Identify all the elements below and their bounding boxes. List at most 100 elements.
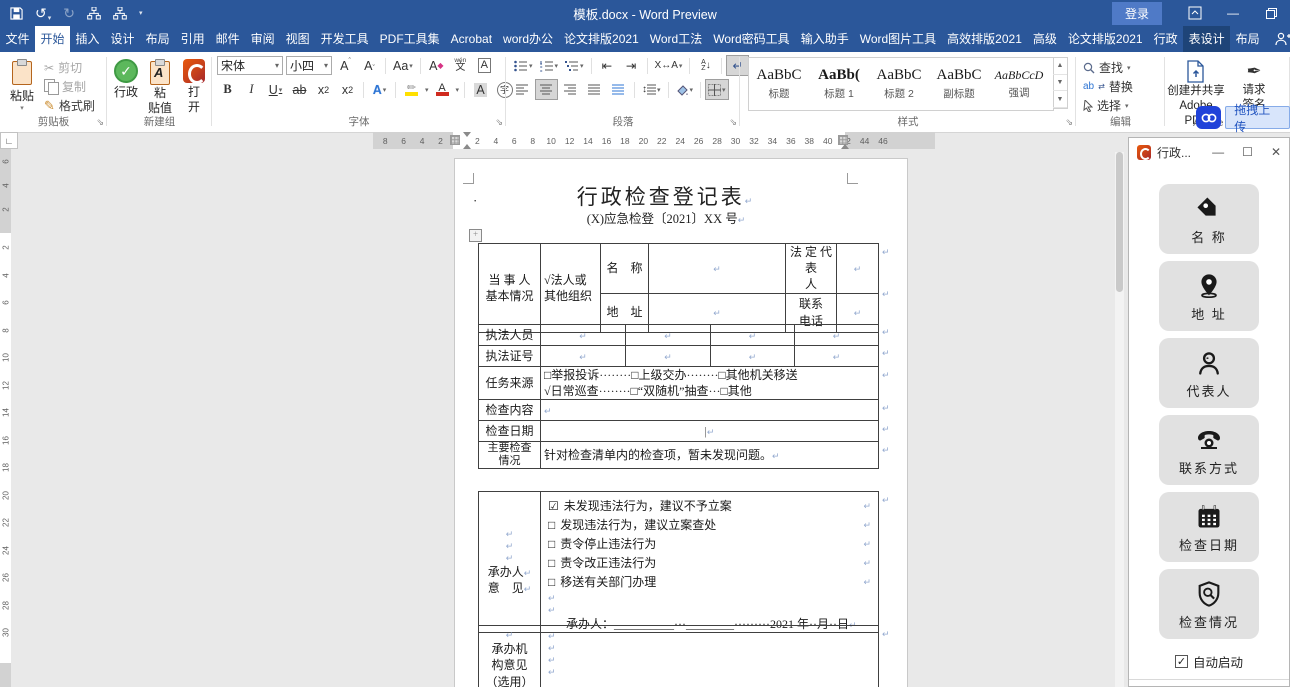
redo-button[interactable]: ↻ — [63, 5, 75, 22]
numbering-button[interactable]: ▾ — [538, 56, 561, 75]
cell-party-label[interactable]: 当 事 人 基本情况 — [479, 244, 541, 333]
font-color-caret-icon[interactable]: ▾ — [456, 86, 460, 94]
font-color-button[interactable]: A — [432, 80, 453, 99]
xingzheng-button[interactable]: ✓行政 — [109, 54, 143, 116]
asian-layout-button[interactable]: X↔A▾ — [653, 56, 685, 75]
shrink-font-button[interactable]: Aˇ — [359, 56, 380, 75]
table-party-info[interactable]: 当 事 人 基本情况 √法人或 其他组织 名 称 ↵ 法 定 代 表 人 ↵ 地… — [478, 243, 879, 333]
superscript-button[interactable]: x2 — [337, 80, 358, 99]
tab-12-word办公[interactable]: word办公 — [498, 26, 559, 52]
document-area[interactable]: · 行政检查登记表↵ (X)应急检登〔2021〕XX 号↵ + 当 事 人 基本… — [11, 149, 1290, 687]
styles-dialog-launcher-icon[interactable]: ⇘ — [1065, 117, 1073, 128]
minimize-button[interactable]: — — [1214, 0, 1252, 26]
cell-agency-label[interactable]: ↵ 承办机 构意见 （选用）↵ — [479, 626, 541, 687]
cell-name-label[interactable]: 名 称 — [601, 244, 649, 294]
cell-content-label[interactable]: 检查内容 — [479, 400, 541, 421]
character-border-button[interactable]: A — [474, 56, 495, 75]
increase-indent-button[interactable]: ⇥ — [621, 56, 642, 75]
page[interactable]: · 行政检查登记表↵ (X)应急检登〔2021〕XX 号↵ + 当 事 人 基本… — [454, 158, 908, 687]
cell-legal-rep-value[interactable]: ↵ — [837, 244, 879, 294]
tab-8-视图[interactable]: 视图 — [280, 26, 315, 52]
clear-formatting-button[interactable]: A◆ — [426, 56, 447, 75]
tab-13-论文排版2021[interactable]: 论文排版2021 — [559, 26, 645, 52]
bullets-button[interactable]: ▾ — [512, 56, 535, 75]
cell-cert-label[interactable]: 执法证号 — [479, 346, 541, 367]
open-button[interactable]: 打 开 — [177, 54, 211, 116]
tab-18-高效排版2021[interactable]: 高效排版2021 — [942, 26, 1028, 52]
first-line-indent-marker[interactable] — [463, 132, 471, 137]
horizontal-ruler[interactable]: 8642246810121416182022242628303234363840… — [373, 132, 935, 149]
tab-1-开始[interactable]: 开始 — [35, 26, 70, 52]
tab-2-插入[interactable]: 插入 — [70, 26, 105, 52]
save-icon[interactable] — [10, 7, 23, 20]
phonetic-guide-button[interactable]: wén文 — [450, 56, 471, 75]
highlight-button[interactable]: ✏ — [401, 80, 422, 99]
checkbox-icon[interactable]: □ — [548, 574, 555, 590]
grow-font-button[interactable]: Aˆ — [335, 56, 356, 75]
scrollbar-thumb[interactable] — [1116, 152, 1123, 292]
tab-6-邮件[interactable]: 邮件 — [210, 26, 245, 52]
share-contact-icon[interactable] — [1265, 26, 1290, 52]
panel-title-bar[interactable]: 行政... — ☐ ✕ — [1129, 138, 1289, 166]
font-name-combo[interactable]: 宋体▾ — [217, 56, 283, 75]
undo-button[interactable]: ↺▾ — [35, 5, 51, 22]
panel-minimize-button[interactable]: — — [1212, 145, 1224, 159]
underline-button[interactable]: U▾ — [265, 80, 286, 99]
tab-23-布局[interactable]: 布局 — [1230, 26, 1265, 52]
checkbox-option-0[interactable]: ☑未发现违法行为，建议不予立案↵ — [544, 497, 875, 516]
cell-content-value[interactable]: ↵ — [541, 400, 879, 421]
borders-button[interactable]: ▾ — [706, 80, 728, 99]
gallery-more-icon[interactable]: ▼ — [1053, 91, 1067, 108]
tab-14-Word工法[interactable]: Word工法 — [644, 26, 707, 52]
tab-0-文件[interactable]: 文件 — [0, 26, 35, 52]
cell-cert-1[interactable]: ↵ — [541, 346, 626, 367]
checkbox-icon[interactable]: □ — [548, 517, 555, 533]
cell-name-value[interactable]: ↵ — [649, 244, 786, 294]
highlight-caret-icon[interactable]: ▾ — [425, 86, 429, 94]
style-item-副标题[interactable]: AaBbC副标题 — [929, 58, 989, 110]
cell-main-value[interactable]: 针对检查清单内的检查项，暂未发现问题。↵ — [541, 442, 879, 468]
align-left-button[interactable] — [512, 80, 533, 99]
replace-button[interactable]: ab⇄替换 — [1083, 77, 1133, 96]
clipboard-dialog-launcher-icon[interactable]: ⇘ — [96, 117, 104, 128]
sort-button[interactable]: AZ↓ — [695, 56, 716, 75]
cell-officer-label[interactable]: 执法人员 — [479, 325, 541, 346]
tab-9-开发工具[interactable]: 开发工具 — [315, 26, 374, 52]
panel-button-tag[interactable]: 名 称 — [1159, 184, 1259, 254]
font-dialog-launcher-icon[interactable]: ⇘ — [495, 117, 503, 128]
copy-button[interactable]: 复制 — [44, 77, 95, 96]
bold-button[interactable]: B — [217, 80, 238, 99]
cell-handler-options[interactable]: ☑未发现违法行为，建议不予立案↵□发现违法行为，建议立案查处↵□责令停止违法行为… — [541, 492, 879, 633]
find-button[interactable]: 查找▾ — [1083, 58, 1133, 77]
cell-date-value[interactable]: |↵ — [541, 421, 879, 442]
multilevel-list-button[interactable]: ▾ — [563, 56, 586, 75]
character-shading-button[interactable]: A — [470, 80, 491, 99]
style-item-标题 1[interactable]: AaBb(标题 1 — [809, 58, 869, 110]
cell-officer-2[interactable]: ↵ — [626, 325, 711, 346]
table-handler-opinion[interactable]: ↵↵↵ 承办人↵ 意 见↵ ☑未发现违法行为，建议不予立案↵□发现违法行为，建议… — [478, 491, 879, 633]
tab-10-PDF工具集[interactable]: PDF工具集 — [374, 26, 445, 52]
tab-21-行政[interactable]: 行政 — [1148, 26, 1183, 52]
style-item-强调[interactable]: AaBbCcD强调 — [989, 58, 1049, 110]
tab-11-Acrobat[interactable]: Acrobat — [445, 26, 497, 52]
vertical-scrollbar[interactable] — [1115, 152, 1124, 687]
sign-in-button[interactable]: 登录 — [1112, 2, 1162, 25]
cell-org-type[interactable]: √法人或 其他组织 — [541, 244, 601, 333]
checkbox-option-3[interactable]: □责令改正违法行为↵ — [544, 554, 875, 573]
cut-button[interactable]: ✂剪切 — [44, 58, 95, 77]
strikethrough-button[interactable]: ab — [289, 80, 310, 99]
style-item-标题[interactable]: AaBbC标题 — [749, 58, 809, 110]
select-button[interactable]: 选择▾ — [1083, 96, 1133, 115]
cell-handler-label[interactable]: ↵↵↵ 承办人↵ 意 见↵ — [479, 492, 541, 633]
paragraph-dialog-launcher-icon[interactable]: ⇘ — [729, 117, 737, 128]
vertical-ruler[interactable]: 64224681012141618202224262830 — [0, 149, 11, 687]
autostart-checkbox[interactable]: ✓ — [1175, 655, 1188, 668]
decrease-indent-button[interactable]: ⇤ — [597, 56, 618, 75]
tab-5-引用[interactable]: 引用 — [175, 26, 210, 52]
table-move-handle[interactable]: + — [469, 229, 482, 242]
tab-selector-box[interactable]: ∟ — [0, 132, 18, 149]
tab-7-审阅[interactable]: 审阅 — [245, 26, 280, 52]
checkbox-option-2[interactable]: □责令停止违法行为↵ — [544, 535, 875, 554]
align-right-button[interactable] — [560, 80, 581, 99]
change-case-button[interactable]: Aa▾ — [391, 56, 415, 75]
